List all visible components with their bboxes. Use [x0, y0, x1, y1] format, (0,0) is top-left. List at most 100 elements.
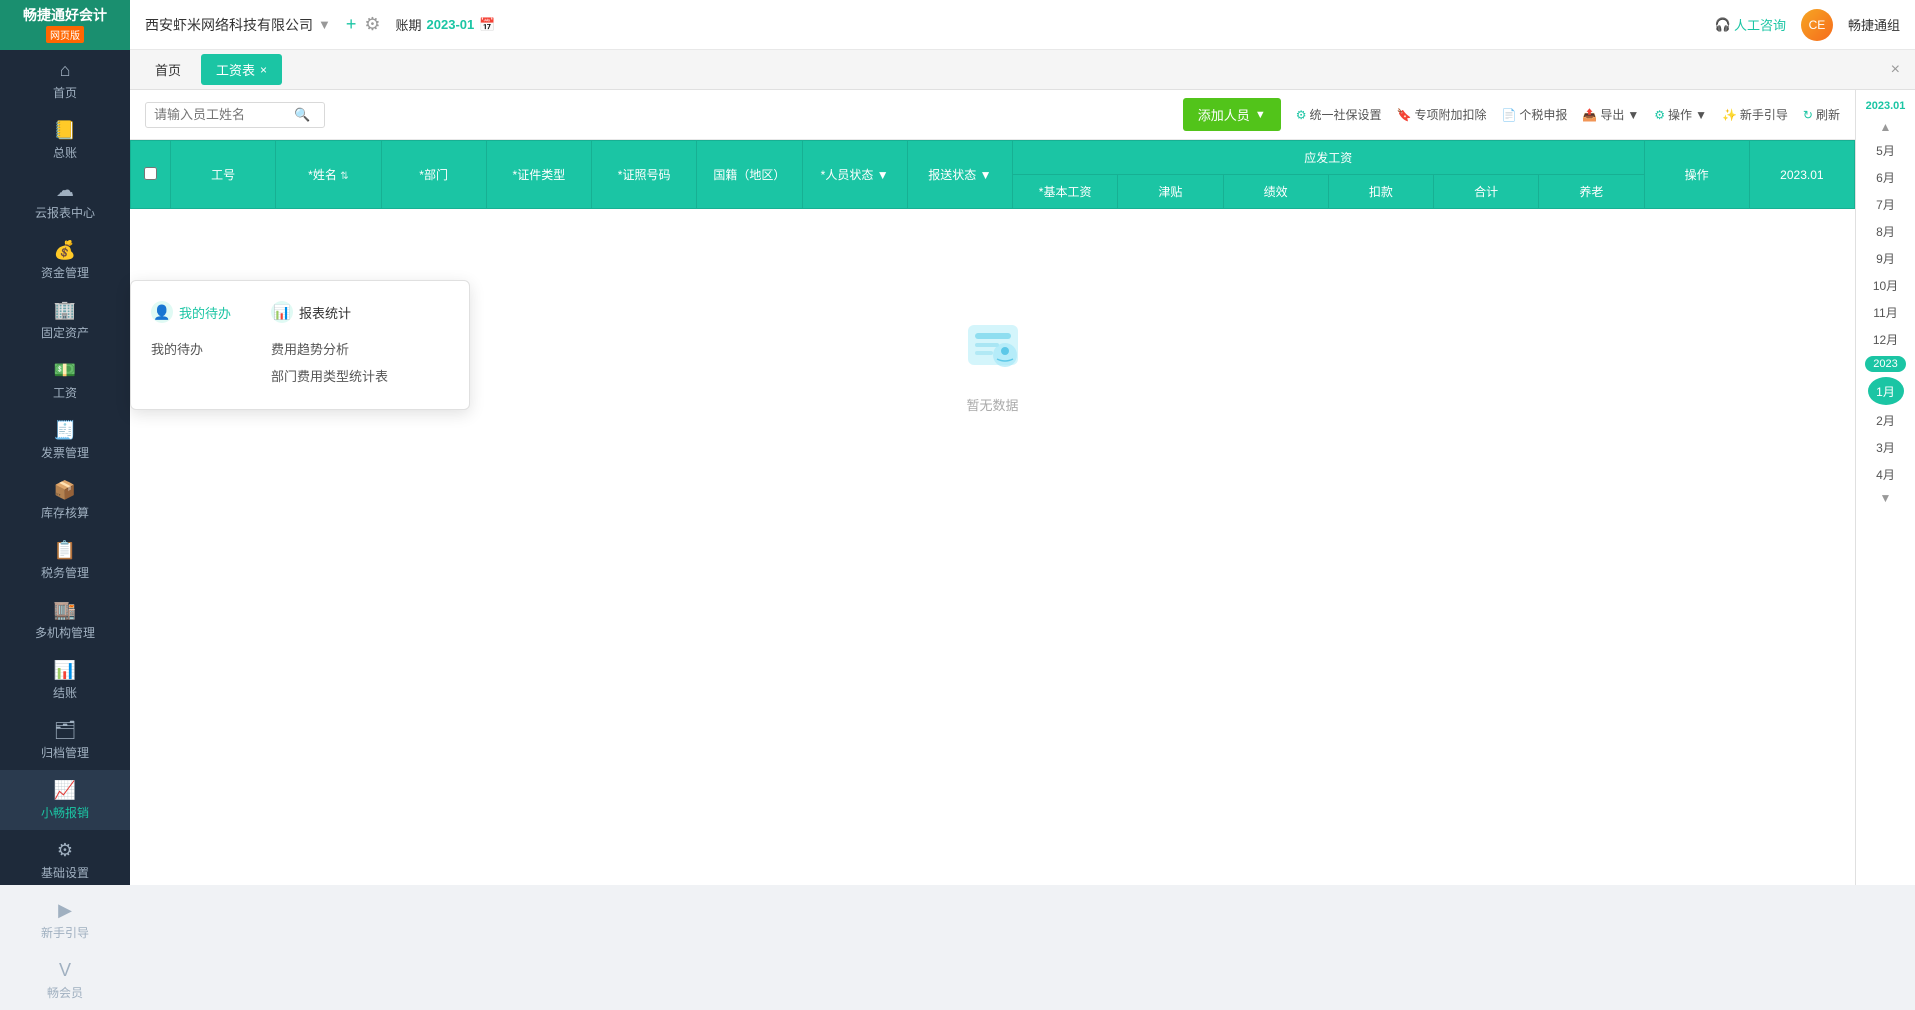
sidebar-item-funds[interactable]: 💰 资金管理: [0, 230, 130, 290]
customer-service-button[interactable]: 🎧 人工咨询: [1715, 15, 1786, 34]
th-name[interactable]: *姓名 ⇅: [276, 141, 381, 209]
xiao-reports-popup: 👤 我的待办 我的待办 📊 报表统计 费用趋势分析 部门费用类型统计表: [130, 280, 470, 410]
ledger-icon: 📒: [54, 120, 76, 141]
cal-month-4[interactable]: 4月: [1856, 461, 1915, 488]
sidebar-item-cloud-reports[interactable]: ☁ 云报表中心: [0, 170, 130, 230]
th-personnel-status[interactable]: *人员状态 ▼: [802, 141, 907, 209]
tab-area-close-button[interactable]: ×: [1891, 61, 1900, 79]
tax-declaration-button[interactable]: 📄 个税申报: [1501, 106, 1567, 123]
sidebar-item-xiao-reports[interactable]: 📈 小畅报销 ◁: [0, 770, 130, 830]
cal-month-12[interactable]: 12月: [1856, 326, 1915, 353]
search-box[interactable]: 🔍: [145, 102, 325, 128]
cal-month-7[interactable]: 7月: [1856, 191, 1915, 218]
th-cert-no: *证照号码: [592, 141, 697, 209]
popup-item-my-todo[interactable]: 我的待办: [151, 335, 231, 362]
popup-col1-title: 👤 我的待办: [151, 301, 231, 323]
cal-month-11[interactable]: 11月: [1856, 299, 1915, 326]
export-dropdown-icon: ▼: [1627, 108, 1639, 122]
cal-month-5[interactable]: 5月: [1856, 137, 1915, 164]
sidebar-item-inventory[interactable]: 📦 库存核算: [0, 470, 130, 530]
tab-payroll[interactable]: 工资表 ×: [201, 54, 282, 85]
popup-item-dept-stats[interactable]: 部门费用类型统计表: [271, 362, 388, 389]
cal-year-2023[interactable]: 2023: [1865, 356, 1905, 372]
sidebar-item-basic-settings[interactable]: ⚙ 基础设置: [0, 830, 130, 890]
tab-home[interactable]: 首页: [140, 54, 196, 85]
cal-month-9[interactable]: 9月: [1856, 245, 1915, 272]
export-button[interactable]: 📤 导出 ▼: [1582, 106, 1639, 123]
multi-org-icon: 🏬: [54, 600, 76, 621]
refresh-button[interactable]: ↻ 刷新: [1803, 106, 1840, 123]
th-job-no: 工号: [171, 141, 276, 209]
cal-month-1-active[interactable]: 1月: [1868, 377, 1904, 405]
period-label: 账期: [396, 15, 422, 34]
social-security-icon: ⚙: [1296, 108, 1307, 122]
sidebar-label-inventory: 库存核算: [41, 504, 89, 521]
avatar-text: CE: [1809, 18, 1826, 32]
social-security-button[interactable]: ⚙ 统一社保设置: [1296, 106, 1382, 123]
tabbar: 首页 工资表 × ×: [130, 50, 1915, 90]
ops-icon: ⚙: [1654, 108, 1665, 122]
cal-month-8[interactable]: 8月: [1856, 218, 1915, 245]
cal-month-3[interactable]: 3月: [1856, 434, 1915, 461]
sidebar-item-fixed-assets[interactable]: 🏢 固定资产: [0, 290, 130, 350]
toolbar-actions: ⚙ 统一社保设置 🔖 专项附加扣除 📄 个税申报 📤 导出 ▼: [1296, 106, 1840, 123]
sidebar-item-checkout[interactable]: 📊 结账: [0, 650, 130, 710]
member-icon: V: [59, 960, 71, 981]
cal-down-nav[interactable]: ▼: [1856, 488, 1915, 508]
ops-label: 操作: [1668, 106, 1692, 123]
search-input[interactable]: [154, 107, 294, 122]
tab-home-label: 首页: [155, 63, 181, 78]
cal-month-10[interactable]: 10月: [1856, 272, 1915, 299]
cal-month-2[interactable]: 2月: [1856, 407, 1915, 434]
add-person-button[interactable]: 添加人员 ▼: [1183, 98, 1281, 131]
company-settings-button[interactable]: ⚙: [364, 14, 380, 35]
special-deduct-label: 专项附加扣除: [1414, 106, 1486, 123]
company-name: 西安虾米网络科技有限公司: [145, 15, 313, 35]
headset-icon: 🎧: [1715, 17, 1731, 33]
sidebar-label-checkout: 结账: [53, 684, 77, 701]
payroll-toolbar: 🔍 添加人员 ▼ ⚙ 统一社保设置 🔖 专项附加扣除: [130, 90, 1855, 140]
social-security-label: 统一社保设置: [1309, 106, 1381, 123]
company-dropdown-arrow[interactable]: ▼: [318, 17, 331, 32]
cal-month-6[interactable]: 6月: [1856, 164, 1915, 191]
tax-decl-icon: 📄: [1501, 108, 1516, 122]
sidebar-item-home[interactable]: ⌂ 首页: [0, 50, 130, 110]
special-deduct-button[interactable]: 🔖 专项附加扣除: [1396, 106, 1486, 123]
cal-up-nav[interactable]: ▲: [1856, 117, 1915, 137]
popup-col2-label: 报表统计: [299, 303, 351, 322]
th-pension: 养老: [1539, 175, 1644, 209]
sidebar-item-new-guide[interactable]: ▶ 新手引导: [0, 890, 130, 950]
export-icon: 📤: [1582, 108, 1597, 122]
guide2-icon: ✨: [1722, 108, 1737, 122]
calendar-header: 2023.01: [1866, 95, 1906, 117]
th-cert-type: *证件类型: [486, 141, 591, 209]
name-sort-icon[interactable]: ⇅: [340, 171, 348, 182]
tab-close-button[interactable]: ×: [260, 63, 267, 77]
operations-button[interactable]: ⚙ 操作 ▼: [1654, 106, 1707, 123]
fixed-assets-icon: 🏢: [54, 300, 76, 321]
topbar: 西安虾米网络科技有限公司 ▼ + ⚙ 账期 2023-01 📅 🎧 人工咨询 C…: [130, 0, 1915, 50]
cloud-icon: ☁: [56, 180, 74, 201]
add-company-button[interactable]: +: [346, 14, 357, 35]
add-person-dropdown-icon: ▼: [1255, 109, 1266, 121]
logo-badge: 网页版: [46, 26, 84, 43]
sidebar-item-archive[interactable]: 🗂 归档管理: [0, 710, 130, 770]
sidebar-item-tax[interactable]: 📋 税务管理: [0, 530, 130, 590]
sidebar-label-ledger: 总账: [53, 144, 77, 161]
sidebar-item-multi-org[interactable]: 🏬 多机构管理: [0, 590, 130, 650]
sidebar-item-payroll[interactable]: 💵 工资: [0, 350, 130, 410]
refresh-icon: ↻: [1803, 108, 1813, 122]
sidebar-item-ledger[interactable]: 📒 总账: [0, 110, 130, 170]
sidebar-label-member: 畅会员: [47, 984, 83, 1001]
report-filter-icon[interactable]: ▼: [980, 168, 992, 182]
th-checkbox[interactable]: [131, 141, 171, 209]
select-all-checkbox[interactable]: [144, 167, 157, 180]
sidebar-item-member[interactable]: V 畅会员: [0, 950, 130, 1010]
sidebar-item-invoice[interactable]: 🧾 发票管理: [0, 410, 130, 470]
new-guide-button[interactable]: ✨ 新手引导: [1722, 106, 1788, 123]
popup-item-expense-trend[interactable]: 费用趋势分析: [271, 335, 388, 362]
calendar-icon[interactable]: 📅: [479, 17, 495, 33]
personnel-filter-icon[interactable]: ▼: [877, 168, 889, 182]
th-report-status[interactable]: 报送状态 ▼: [907, 141, 1012, 209]
refresh-label: 刷新: [1816, 106, 1840, 123]
